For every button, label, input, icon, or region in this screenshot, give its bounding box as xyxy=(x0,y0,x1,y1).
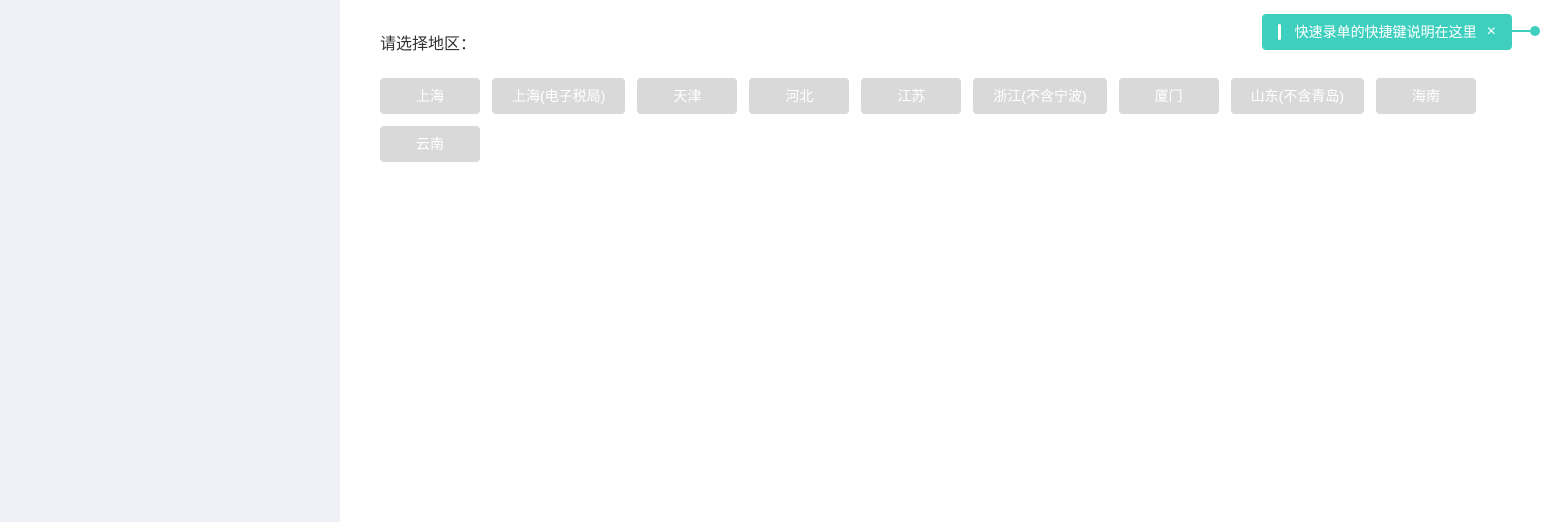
region-btn-yunnan[interactable]: 云南 xyxy=(380,126,480,162)
region-btn-shanghai[interactable]: 上海 xyxy=(380,78,480,114)
main-content: 请选择地区： 上海上海(电子税局)天津河北江苏浙江(不含宁波)厦门山东(不含青岛… xyxy=(340,0,1562,522)
region-btn-tianjin[interactable]: 天津 xyxy=(637,78,737,114)
tooltip-text: 快速录单的快捷键说明在这里 xyxy=(1295,22,1477,42)
tooltip-close-button[interactable]: × xyxy=(1487,24,1496,40)
region-btn-shanghai-e[interactable]: 上海(电子税局) xyxy=(492,78,625,114)
region-btn-shandong[interactable]: 山东(不含青岛) xyxy=(1231,78,1364,114)
region-btn-jiangsu[interactable]: 江苏 xyxy=(861,78,961,114)
tooltip-banner: 快速录单的快捷键说明在这里 × xyxy=(1262,14,1512,50)
region-buttons-container: 上海上海(电子税局) 天津河北江苏浙江(不含宁波) 厦门山东(不含青岛) 海南云南 xyxy=(380,78,1522,162)
sidebar xyxy=(0,0,340,522)
region-btn-xiamen[interactable]: 厦门 xyxy=(1119,78,1219,114)
region-btn-zhejiang[interactable]: 浙江(不含宁波) xyxy=(973,78,1106,114)
region-btn-hainan[interactable]: 海南 xyxy=(1376,78,1476,114)
region-btn-hebei[interactable]: 河北 xyxy=(749,78,849,114)
tooltip-line xyxy=(1512,30,1530,32)
tooltip-dot xyxy=(1530,26,1540,36)
